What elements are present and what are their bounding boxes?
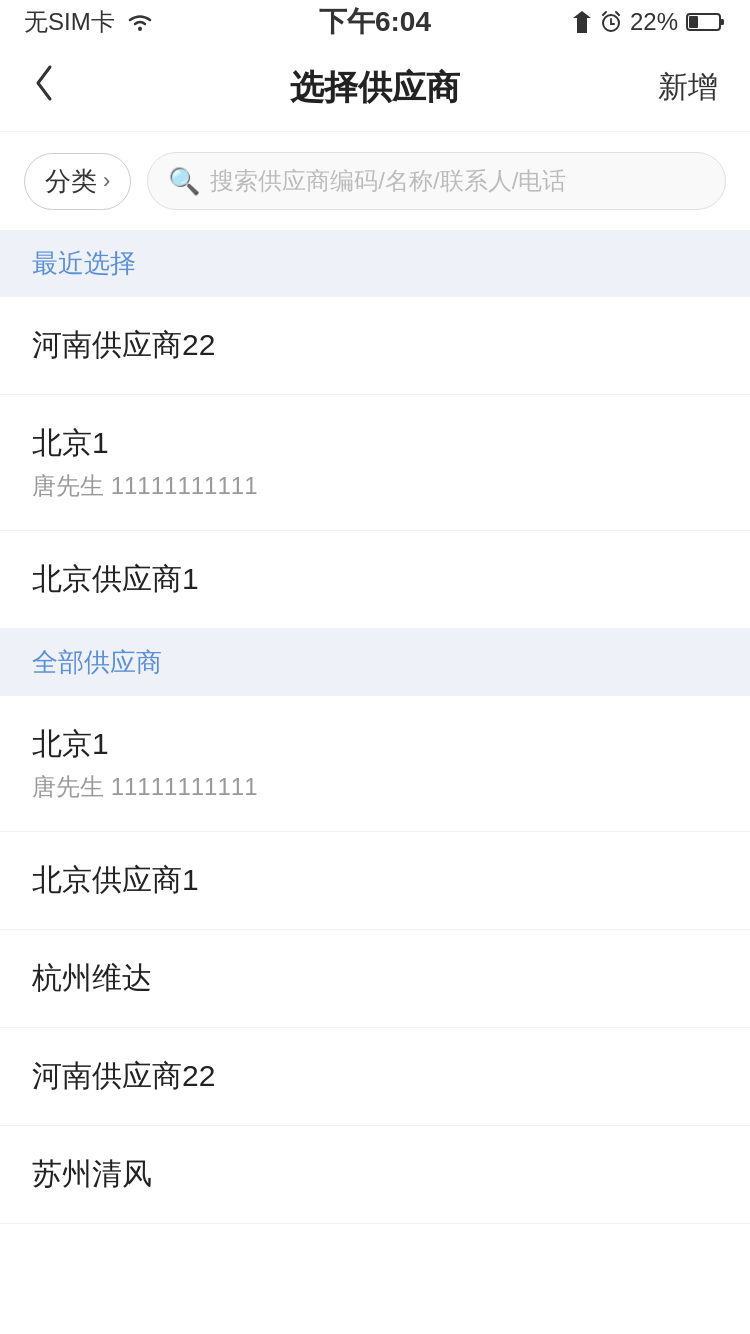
- nav-bar: 选择供应商 新增: [0, 44, 750, 132]
- item-name: 杭州维达: [32, 958, 718, 999]
- search-icon: 🔍: [168, 166, 200, 197]
- category-label: 分类: [45, 164, 97, 199]
- carrier-text: 无SIM卡: [24, 6, 115, 38]
- recent-items-list: 河南供应商22 北京1 唐先生 11111111111 北京供应商1: [0, 297, 750, 629]
- battery-icon: [686, 11, 726, 33]
- status-time: 下午6:04: [319, 3, 431, 41]
- status-bar: 无SIM卡 下午6:04 22%: [0, 0, 750, 44]
- category-button[interactable]: 分类 ›: [24, 153, 131, 210]
- svg-point-0: [138, 27, 142, 31]
- list-item[interactable]: 河南供应商22: [0, 1028, 750, 1126]
- item-name: 北京供应商1: [32, 559, 718, 600]
- search-placeholder: 搜索供应商编码/名称/联系人/电话: [210, 165, 566, 197]
- status-right: 22%: [572, 8, 726, 36]
- item-name: 河南供应商22: [32, 1056, 718, 1097]
- item-sub: 唐先生 11111111111: [32, 771, 718, 803]
- svg-rect-4: [689, 16, 698, 28]
- item-sub: 唐先生 11111111111: [32, 470, 718, 502]
- all-section-header: 全部供应商: [0, 629, 750, 696]
- item-name: 北京供应商1: [32, 860, 718, 901]
- item-name: 苏州清风: [32, 1154, 718, 1195]
- recent-section-label: 最近选择: [32, 248, 136, 278]
- list-item[interactable]: 北京1 唐先生 11111111111: [0, 696, 750, 832]
- location-icon: [572, 10, 592, 34]
- page-title: 选择供应商: [290, 65, 460, 111]
- list-item[interactable]: 北京供应商1: [0, 531, 750, 629]
- all-section-label: 全部供应商: [32, 647, 162, 677]
- chevron-right-icon: ›: [103, 168, 110, 194]
- svg-rect-3: [720, 19, 724, 25]
- battery-percent: 22%: [630, 8, 678, 36]
- list-item[interactable]: 河南供应商22: [0, 297, 750, 395]
- list-item[interactable]: 杭州维达: [0, 930, 750, 1028]
- add-button[interactable]: 新增: [658, 67, 718, 108]
- list-item[interactable]: 苏州清风: [0, 1126, 750, 1224]
- filter-bar: 分类 › 🔍 搜索供应商编码/名称/联系人/电话: [0, 132, 750, 230]
- item-name: 北京1: [32, 724, 718, 765]
- search-box[interactable]: 🔍 搜索供应商编码/名称/联系人/电话: [147, 152, 726, 210]
- all-items-list: 北京1 唐先生 11111111111 北京供应商1 杭州维达河南供应商22 苏州清风: [0, 696, 750, 1224]
- recent-section-header: 最近选择: [0, 230, 750, 297]
- wifi-icon: [125, 11, 155, 33]
- item-name: 河南供应商22: [32, 325, 718, 366]
- alarm-icon: [600, 10, 622, 34]
- list-item[interactable]: 北京1 唐先生 11111111111: [0, 395, 750, 531]
- back-button[interactable]: [32, 63, 92, 112]
- item-name: 北京1: [32, 423, 718, 464]
- list-item[interactable]: 北京供应商1: [0, 832, 750, 930]
- status-left: 无SIM卡: [24, 6, 155, 38]
